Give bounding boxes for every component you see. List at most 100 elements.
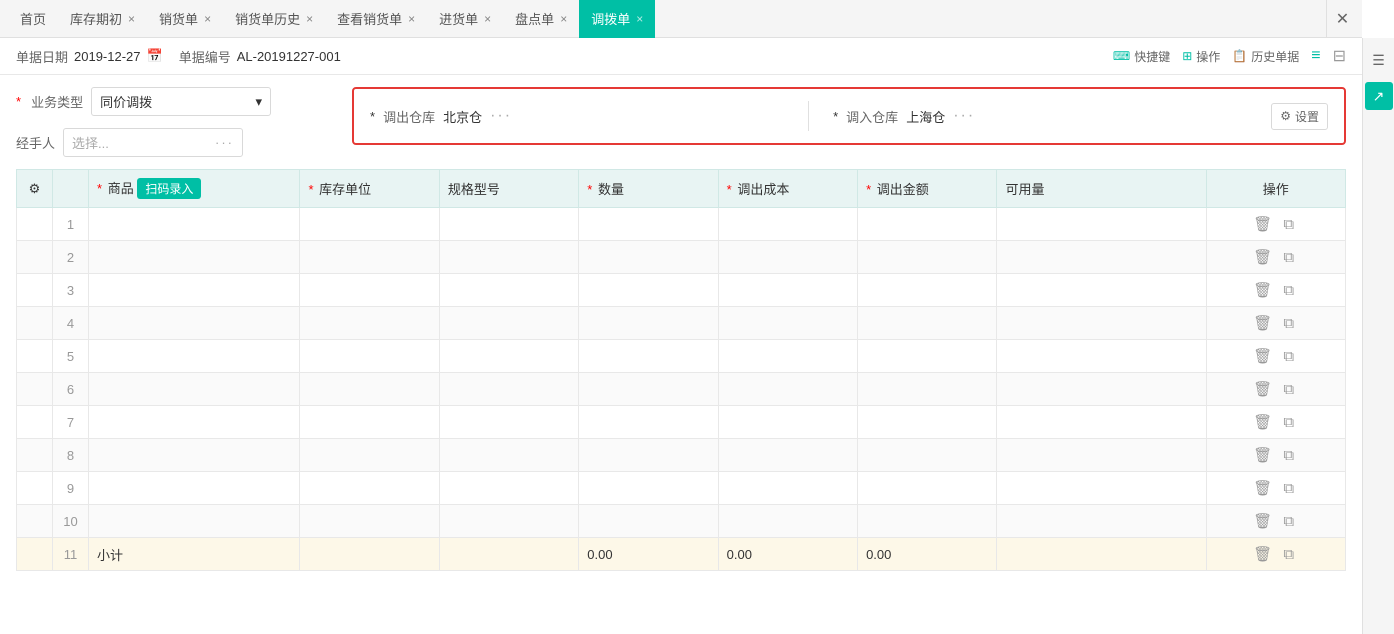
tab-inventory-count-close[interactable]: × <box>560 12 567 26</box>
row-qty-cell[interactable] <box>579 274 718 307</box>
row-avail-cell[interactable] <box>997 340 1206 373</box>
row-cost-cell[interactable] <box>718 241 857 274</box>
tab-sales-order[interactable]: 销货单 × <box>147 0 223 38</box>
row-avail-cell[interactable] <box>997 406 1206 439</box>
row-unit-cell[interactable] <box>300 406 439 439</box>
delete-icon[interactable]: 🗑 <box>1253 247 1273 267</box>
delete-icon[interactable]: 🗑 <box>1253 445 1273 465</box>
layout-btn1[interactable]: ≡ <box>1311 47 1320 65</box>
tab-transfer-order-close[interactable]: × <box>636 12 643 26</box>
row-goods-cell[interactable] <box>89 406 300 439</box>
tab-purchase-order-close[interactable]: × <box>484 12 491 26</box>
row-cost-cell[interactable] <box>718 274 857 307</box>
row-qty-cell[interactable] <box>579 406 718 439</box>
copy-icon[interactable]: ⧉ <box>1279 313 1299 333</box>
row-amount-cell[interactable] <box>858 472 997 505</box>
delete-icon[interactable]: 🗑 <box>1253 214 1273 234</box>
row-unit-cell[interactable] <box>300 373 439 406</box>
row-spec-cell[interactable] <box>439 373 578 406</box>
row-cost-cell[interactable] <box>718 307 857 340</box>
row-avail-cell[interactable] <box>997 439 1206 472</box>
row-avail-cell[interactable] <box>997 472 1206 505</box>
row-unit-cell[interactable] <box>300 208 439 241</box>
history-btn[interactable]: 📋 历史单据 <box>1232 48 1299 65</box>
copy-icon[interactable]: ⧉ <box>1279 247 1299 267</box>
delete-icon[interactable]: 🗑 <box>1253 511 1273 531</box>
row-unit-cell[interactable] <box>300 439 439 472</box>
row-unit-cell[interactable] <box>300 241 439 274</box>
row-avail-cell[interactable] <box>997 208 1206 241</box>
row-spec-cell[interactable] <box>439 505 578 538</box>
delete-icon[interactable]: 🗑 <box>1253 346 1273 366</box>
copy-icon[interactable]: ⧉ <box>1279 214 1299 234</box>
copy-icon[interactable]: ⧉ <box>1279 544 1299 564</box>
tab-sales-order-close[interactable]: × <box>204 12 211 26</box>
delete-icon[interactable]: 🗑 <box>1253 280 1273 300</box>
row-spec-cell[interactable] <box>439 241 578 274</box>
row-cost-cell[interactable] <box>718 340 857 373</box>
row-cost-cell[interactable] <box>718 208 857 241</box>
scan-button[interactable]: 扫码录入 <box>137 178 201 199</box>
copy-icon[interactable]: ⧉ <box>1279 412 1299 432</box>
row-amount-cell[interactable] <box>858 307 997 340</box>
out-warehouse-more[interactable]: ··· <box>490 107 512 125</box>
operation-btn[interactable]: ⊞ 操作 <box>1182 48 1220 65</box>
row-unit-cell[interactable] <box>300 472 439 505</box>
row-unit-cell[interactable] <box>300 340 439 373</box>
tab-inventory-init[interactable]: 库存期初 × <box>58 0 147 38</box>
row-spec-cell[interactable] <box>439 274 578 307</box>
row-amount-cell[interactable] <box>858 439 997 472</box>
row-avail-cell[interactable] <box>997 373 1206 406</box>
in-warehouse-more[interactable]: ··· <box>953 107 975 125</box>
row-goods-cell[interactable] <box>89 439 300 472</box>
row-spec-cell[interactable] <box>439 472 578 505</box>
tab-purchase-order[interactable]: 进货单 × <box>427 0 503 38</box>
row-spec-cell[interactable] <box>439 307 578 340</box>
row-avail-cell[interactable] <box>997 274 1206 307</box>
row-amount-cell[interactable] <box>858 274 997 307</box>
row-goods-cell[interactable] <box>89 373 300 406</box>
shortcut-btn[interactable]: ⌨ 快捷键 <box>1113 48 1170 65</box>
copy-icon[interactable]: ⧉ <box>1279 478 1299 498</box>
delete-icon[interactable]: 🗑 <box>1253 379 1273 399</box>
row-amount-cell[interactable] <box>858 406 997 439</box>
tab-view-sales[interactable]: 查看销货单 × <box>325 0 427 38</box>
row-avail-cell[interactable] <box>997 241 1206 274</box>
delete-icon[interactable]: 🗑 <box>1253 412 1273 432</box>
row-goods-cell[interactable] <box>89 208 300 241</box>
row-avail-cell[interactable] <box>997 307 1206 340</box>
copy-icon[interactable]: ⧉ <box>1279 379 1299 399</box>
row-goods-cell[interactable] <box>89 274 300 307</box>
tab-inventory-init-close[interactable]: × <box>128 12 135 26</box>
row-cost-cell[interactable] <box>718 505 857 538</box>
tab-home[interactable]: 首页 <box>8 0 58 38</box>
row-goods-cell[interactable] <box>89 307 300 340</box>
row-unit-cell[interactable] <box>300 307 439 340</box>
copy-icon[interactable]: ⧉ <box>1279 445 1299 465</box>
row-goods-cell[interactable] <box>89 472 300 505</box>
row-unit-cell[interactable] <box>300 505 439 538</box>
setting-btn[interactable]: ⚙ 设置 <box>1271 103 1328 130</box>
row-avail-cell[interactable] <box>997 505 1206 538</box>
delete-icon[interactable]: 🗑 <box>1253 313 1273 333</box>
row-amount-cell[interactable] <box>858 340 997 373</box>
row-goods-cell[interactable] <box>89 505 300 538</box>
sidebar-list-icon[interactable]: ☰ <box>1365 46 1393 74</box>
tab-transfer-order[interactable]: 调拨单 × <box>579 0 655 38</box>
tab-view-sales-close[interactable]: × <box>408 12 415 26</box>
copy-icon[interactable]: ⧉ <box>1279 511 1299 531</box>
row-cost-cell[interactable] <box>718 373 857 406</box>
copy-icon[interactable]: ⧉ <box>1279 280 1299 300</box>
row-qty-cell[interactable] <box>579 208 718 241</box>
delete-icon[interactable]: 🗑 <box>1253 478 1273 498</box>
row-amount-cell[interactable] <box>858 505 997 538</box>
tab-sales-history-close[interactable]: × <box>306 12 313 26</box>
row-amount-cell[interactable] <box>858 241 997 274</box>
row-qty-cell[interactable] <box>579 505 718 538</box>
tab-inventory-count[interactable]: 盘点单 × <box>503 0 579 38</box>
calendar-icon[interactable]: 📅 <box>147 48 163 64</box>
handler-select[interactable]: 选择... ··· <box>63 128 243 157</box>
row-qty-cell[interactable] <box>579 472 718 505</box>
row-spec-cell[interactable] <box>439 340 578 373</box>
row-cost-cell[interactable] <box>718 439 857 472</box>
